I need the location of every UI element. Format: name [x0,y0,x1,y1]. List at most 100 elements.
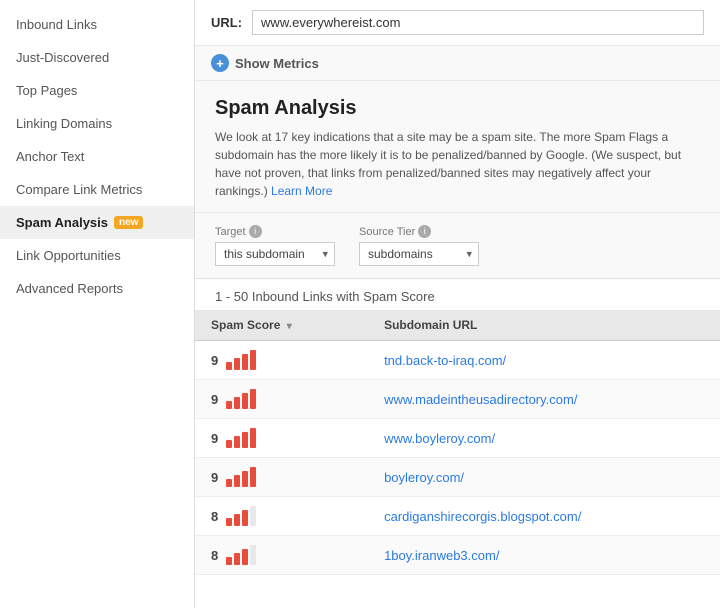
spam-bar-segment [250,545,256,565]
spam-score-number: 9 [211,353,218,368]
spam-bar-segment [250,389,256,409]
spam-bar-segment [250,428,256,448]
spam-bar-segment [234,397,240,409]
source-filter-group: Source Tier i subdomainsdomainspages [359,225,479,266]
table-row: 8 1boy.iranweb3.com/ [195,536,720,575]
spam-bars [226,467,256,487]
subdomain-url-cell: www.madeintheusadirectory.com/ [368,380,720,419]
table-body: 9 tnd.back-to-iraq.com/9 www.madeintheusad… [195,341,720,575]
subdomain-url-link[interactable]: 1boy.iranweb3.com/ [384,548,499,563]
spam-bar-segment [226,401,232,409]
spam-bar-segment [234,358,240,370]
sidebar-item-spam-analysis[interactable]: Spam Analysis new [0,206,194,239]
target-select-wrapper: this subdomainthis domainthis page [215,242,335,266]
spam-bar-segment [226,557,232,565]
filters-row: Target i this subdomainthis domainthis p… [195,213,720,279]
sidebar-item-anchor-text[interactable]: Anchor Text [0,140,194,173]
spam-bar-segment [242,549,248,565]
spam-score-cell: 9 [195,458,368,497]
spam-bar-segment [234,553,240,565]
spam-score-number: 9 [211,470,218,485]
main-content: URL: + Show Metrics Spam Analysis We loo… [195,0,720,608]
sidebar-item-label: Link Opportunities [16,248,121,263]
subdomain-url-cell: cardiganshirecorgis.blogspot.com/ [368,497,720,536]
spam-bar-segment [226,479,232,487]
sidebar-item-compare-link-metrics[interactable]: Compare Link Metrics [0,173,194,206]
source-select[interactable]: subdomainsdomainspages [359,242,479,266]
spam-bar-segment [226,362,232,370]
badge-new: new [114,216,143,229]
spam-bar-segment [250,467,256,487]
show-metrics-label: Show Metrics [235,56,319,71]
sidebar-item-label: Advanced Reports [16,281,123,296]
show-metrics-button[interactable]: + Show Metrics [211,54,319,72]
spam-table: Spam Score ▾ Subdomain URL 9 tnd.back-to-… [195,310,720,575]
subdomain-url-link[interactable]: tnd.back-to-iraq.com/ [384,353,506,368]
url-label: URL: [211,15,242,30]
sidebar-item-top-pages[interactable]: Top Pages [0,74,194,107]
url-input[interactable] [252,10,704,35]
sidebar-item-label: Linking Domains [16,116,112,131]
spam-bar-segment [242,393,248,409]
source-select-wrapper: subdomainsdomainspages [359,242,479,266]
target-select[interactable]: this subdomainthis domainthis page [215,242,335,266]
sidebar-item-label: Spam Analysis [16,215,108,230]
spam-bar-segment [250,350,256,370]
sidebar-item-label: Anchor Text [16,149,84,164]
table-header: Spam Score ▾ Subdomain URL [195,310,720,341]
spam-score-header[interactable]: Spam Score ▾ [195,310,368,341]
table-row: 9 www.boyleroy.com/ [195,419,720,458]
spam-bars [226,428,256,448]
sidebar-item-linking-domains[interactable]: Linking Domains [0,107,194,140]
show-metrics-bar: + Show Metrics [195,46,720,81]
subdomain-url-cell: tnd.back-to-iraq.com/ [368,341,720,380]
table-row: 8 cardiganshirecorgis.blogspot.com/ [195,497,720,536]
sidebar-item-just-discovered[interactable]: Just-Discovered [0,41,194,74]
table-row: 9 tnd.back-to-iraq.com/ [195,341,720,380]
sidebar-item-inbound-links[interactable]: Inbound Links [0,8,194,41]
spam-bar-segment [242,471,248,487]
spam-analysis-title: Spam Analysis [215,97,700,120]
sidebar-item-link-opportunities[interactable]: Link Opportunities [0,239,194,272]
spam-bars [226,545,256,565]
spam-score-number: 8 [211,548,218,563]
spam-bars [226,506,256,526]
url-bar: URL: [195,0,720,46]
target-label: Target i [215,225,335,238]
subdomain-url-link[interactable]: cardiganshirecorgis.blogspot.com/ [384,509,581,524]
source-info-icon[interactable]: i [418,225,431,238]
spam-score-cell: 9 [195,341,368,380]
target-info-icon[interactable]: i [249,225,262,238]
spam-bar-segment [242,354,248,370]
spam-score-cell: 8 [195,497,368,536]
sidebar-item-advanced-reports[interactable]: Advanced Reports [0,272,194,305]
subdomain-url-header: Subdomain URL [368,310,720,341]
spam-bar-segment [226,518,232,526]
spam-score-number: 8 [211,509,218,524]
results-header: 1 - 50 Inbound Links with Spam Score [195,279,720,310]
spam-score-header-label: Spam Score [211,318,280,332]
spam-bar-segment [242,510,248,526]
subdomain-url-link[interactable]: www.boyleroy.com/ [384,431,495,446]
spam-analysis-description: We look at 17 key indications that a sit… [215,128,700,200]
results-range: 1 - 50 Inbound Links with Spam Score [215,289,435,304]
spam-score-cell: 9 [195,380,368,419]
learn-more-link[interactable]: Learn More [271,184,332,198]
spam-bar-segment [250,506,256,526]
spam-bars [226,389,256,409]
spam-bar-segment [226,440,232,448]
subdomain-url-link[interactable]: www.madeintheusadirectory.com/ [384,392,577,407]
subdomain-url-cell: 1boy.iranweb3.com/ [368,536,720,575]
spam-score-number: 9 [211,431,218,446]
sidebar-item-label: Just-Discovered [16,50,109,65]
sort-icon: ▾ [287,321,292,332]
spam-score-cell: 8 [195,536,368,575]
subdomain-url-cell: www.boyleroy.com/ [368,419,720,458]
sidebar-item-label: Inbound Links [16,17,97,32]
spam-table-container: Spam Score ▾ Subdomain URL 9 tnd.back-to-… [195,310,720,575]
sidebar-item-label: Compare Link Metrics [16,182,142,197]
sidebar: Inbound Links Just-Discovered Top Pages Lin… [0,0,195,608]
subdomain-url-link[interactable]: boyleroy.com/ [384,470,464,485]
spam-score-cell: 9 [195,419,368,458]
sidebar-item-label: Top Pages [16,83,77,98]
